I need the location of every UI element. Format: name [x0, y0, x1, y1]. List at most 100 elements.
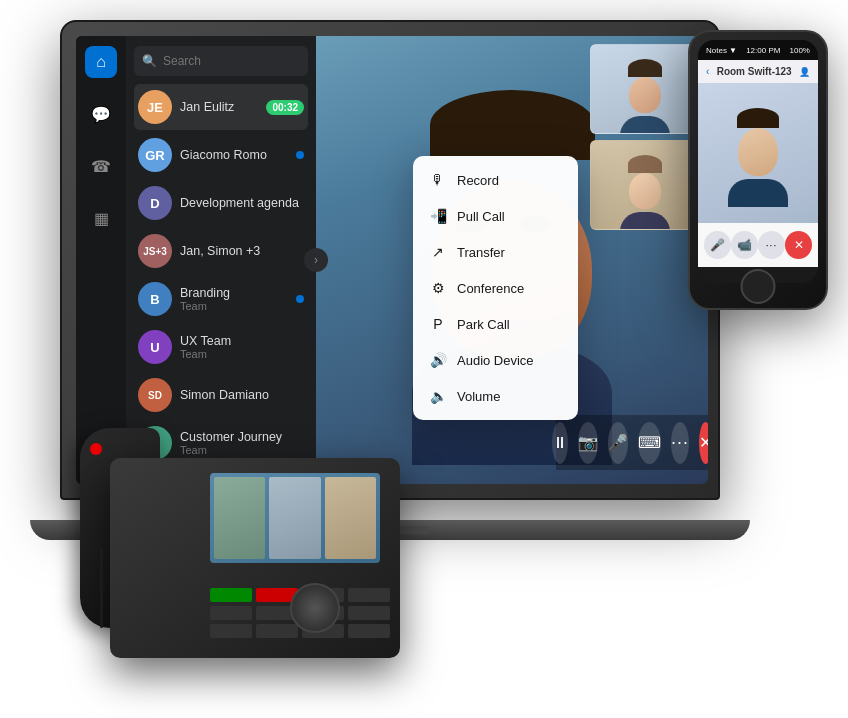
hair: [430, 90, 595, 160]
search-icon: 🔍: [142, 54, 157, 68]
contact-name-jan-eulitz: Jan Eulitz: [180, 100, 258, 114]
mobile-back-button[interactable]: ‹: [706, 66, 709, 77]
phone-key-7[interactable]: [210, 624, 252, 638]
contact-name-giacomo-romo: Giacomo Romo: [180, 148, 288, 162]
avatar-development: D: [138, 186, 172, 220]
mobile-more-button[interactable]: ···: [758, 231, 785, 259]
mobile-controls: 🎤 📹 ··· ✕: [698, 223, 818, 267]
phone-screen: [210, 473, 380, 563]
sidebar-icon-messages[interactable]: 💬: [85, 98, 117, 130]
menu-label-record: Record: [457, 173, 499, 188]
avatar-giacomo-romo: GR: [138, 138, 172, 172]
mobile-home-button[interactable]: [741, 269, 776, 304]
record-icon: 🎙: [429, 171, 447, 189]
mobile-time: 12:00 PM: [746, 46, 780, 55]
thumb-face-shape-2: [629, 173, 661, 209]
video-button[interactable]: 📷: [578, 422, 598, 464]
phone-screen-inner: [210, 473, 380, 563]
phone-cord: [100, 548, 103, 628]
contact-item-development[interactable]: D Development agenda: [134, 180, 308, 226]
phone-key-3[interactable]: [210, 606, 252, 620]
avatar-jan-simon: JS+3: [138, 234, 172, 268]
menu-item-audio-device[interactable]: 🔊 Audio Device: [413, 342, 578, 378]
volume-icon: 🔈: [429, 387, 447, 405]
mobile-person-icon: 👤: [799, 67, 810, 77]
menu-item-park-call[interactable]: P Park Call: [413, 306, 578, 342]
thumb-hair-2: [628, 155, 662, 173]
conference-icon: ⚙: [429, 279, 447, 297]
contact-info-jan-eulitz: Jan Eulitz: [180, 100, 258, 114]
menu-item-pull-call[interactable]: 📲 Pull Call: [413, 198, 578, 234]
pull-call-icon: 📲: [429, 207, 447, 225]
contact-item-jan-eulitz[interactable]: JE Jan Eulitz 00:32: [134, 84, 308, 130]
video-thumbnails: [590, 44, 700, 230]
contact-name-branding: Branding: [180, 286, 288, 300]
phone-key-green[interactable]: [210, 588, 252, 602]
mobile-video-area: [698, 83, 818, 223]
contact-info-jan-simon: Jan, Simon +3: [180, 244, 304, 258]
thumb-face-1: [620, 59, 670, 119]
phone-nav-wheel[interactable]: [290, 583, 340, 633]
search-input[interactable]: [163, 54, 313, 68]
menu-label-conference: Conference: [457, 281, 524, 296]
thumb-person-1: [591, 45, 699, 133]
dialpad-button[interactable]: ⌨: [638, 422, 661, 464]
park-call-icon: P: [429, 315, 447, 333]
menu-label-pull-call: Pull Call: [457, 209, 505, 224]
mobile-status-bar: Notes ▼ 12:00 PM 100%: [698, 40, 818, 60]
contact-item-branding[interactable]: B Branding Team: [134, 276, 308, 322]
phone-key-8[interactable]: [256, 624, 298, 638]
phone-key-2[interactable]: [348, 588, 390, 602]
thumb-face-shape-1: [629, 77, 661, 113]
thumb-body-2: [620, 212, 670, 230]
phone-key-6[interactable]: [348, 606, 390, 620]
thumb-person-2: [591, 141, 699, 229]
scene: ⌂ 💬 ☎ ▦ 🔍 + JE: [0, 0, 848, 718]
mobile-mute-button[interactable]: 🎤: [704, 231, 731, 259]
call-timer-badge: 00:32: [266, 100, 304, 115]
phone-vid-thumb-2: [269, 477, 320, 559]
video-thumb-1: [590, 44, 700, 134]
contact-info-giacomo-romo: Giacomo Romo: [180, 148, 288, 162]
sidebar-icon-home[interactable]: ⌂: [85, 46, 117, 78]
avatar-jan-eulitz: JE: [138, 90, 172, 124]
menu-item-volume[interactable]: 🔈 Volume: [413, 378, 578, 414]
pause-button[interactable]: ⏸: [552, 422, 568, 464]
avatar-branding: B: [138, 282, 172, 316]
menu-item-record[interactable]: 🎙 Record: [413, 162, 578, 198]
unread-badge-branding: [296, 295, 304, 303]
phone-key-10[interactable]: [348, 624, 390, 638]
more-button[interactable]: ···: [671, 422, 689, 464]
mobile-call-title: Room Swift-123: [713, 66, 795, 77]
mobile-body: Notes ▼ 12:00 PM 100% ‹ Room Swift-123 👤: [688, 30, 828, 310]
desk-phone: [80, 338, 420, 658]
sidebar-collapse-button[interactable]: ›: [304, 248, 328, 272]
mobile-person: [723, 108, 793, 198]
thumb-body-1: [620, 116, 670, 134]
call-controls: ⏸ 📷 🎤 ⌨ ··· ✕: [556, 415, 708, 470]
contact-info-development: Development agenda: [180, 196, 304, 210]
sidebar-icon-calendar[interactable]: ▦: [85, 202, 117, 234]
menu-label-transfer: Transfer: [457, 245, 505, 260]
mute-button[interactable]: 🎤: [608, 422, 628, 464]
sidebar-icon-calls[interactable]: ☎: [85, 150, 117, 182]
mobile-body-shape: [728, 179, 788, 207]
menu-item-transfer[interactable]: ↗ Transfer: [413, 234, 578, 270]
menu-label-park-call: Park Call: [457, 317, 510, 332]
contact-info-branding: Branding Team: [180, 286, 288, 312]
menu-label-audio-device: Audio Device: [457, 353, 534, 368]
menu-label-volume: Volume: [457, 389, 500, 404]
mobile-face: [738, 128, 778, 176]
contact-item-giacomo-romo[interactable]: GR Giacomo Romo: [134, 132, 308, 178]
contact-item-jan-simon[interactable]: JS+3 Jan, Simon +3: [134, 228, 308, 274]
mobile-screen: Notes ▼ 12:00 PM 100% ‹ Room Swift-123 👤: [698, 40, 818, 283]
unread-badge-giacomo: [296, 151, 304, 159]
end-call-button[interactable]: ✕: [699, 422, 708, 464]
mobile-call-header: ‹ Room Swift-123 👤: [698, 60, 818, 83]
contact-name-jan-simon: Jan, Simon +3: [180, 244, 304, 258]
mobile-end-call-button[interactable]: ✕: [785, 231, 812, 259]
context-menu: 🎙 Record 📲 Pull Call ↗ Transfer ⚙: [413, 156, 578, 420]
mobile-battery: 100%: [790, 46, 810, 55]
menu-item-conference[interactable]: ⚙ Conference: [413, 270, 578, 306]
mobile-video-button[interactable]: 📹: [731, 231, 758, 259]
